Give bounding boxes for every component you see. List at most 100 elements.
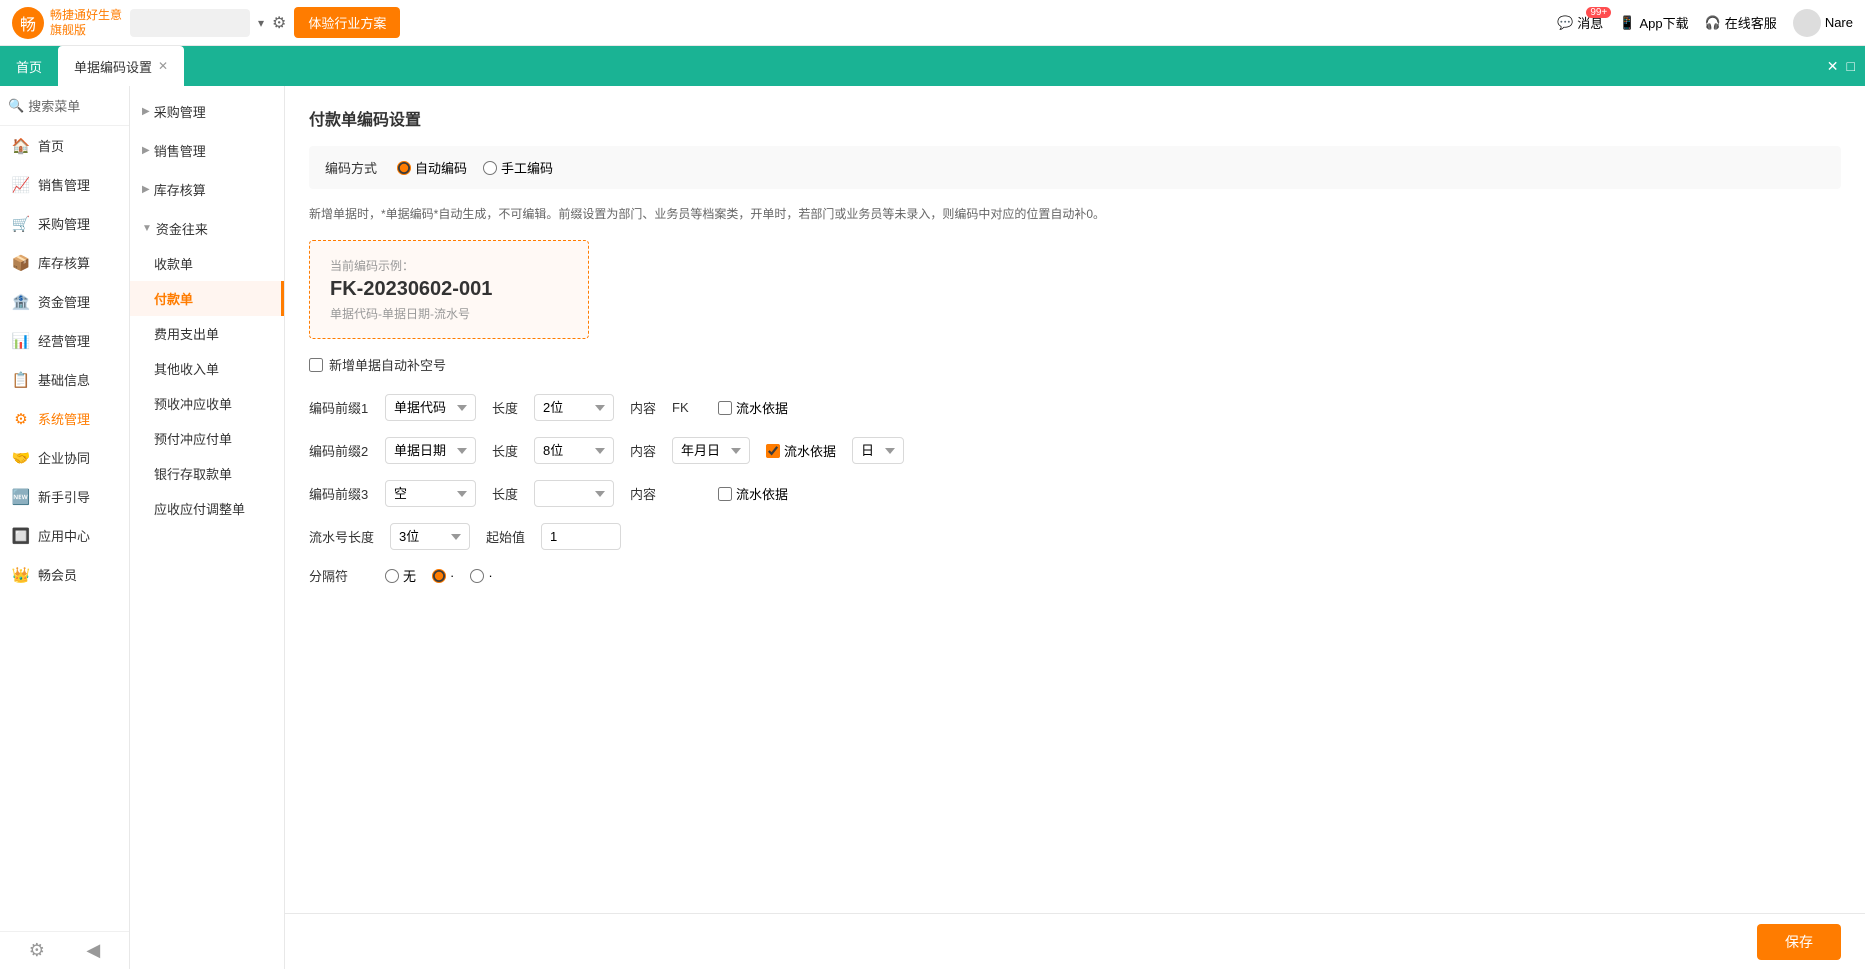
sidebar-item-basic-label: 基础信息	[38, 370, 90, 389]
manual-coding-option[interactable]: 手工编码	[483, 158, 553, 177]
sidebar-item-receipt[interactable]: 收款单	[130, 246, 284, 281]
group-capital-label: 资金往来	[156, 219, 208, 238]
prefix2-stream-checkbox[interactable]: 流水依据	[766, 441, 836, 460]
prefix3-length-select[interactable]: 1位 2位 3位	[534, 480, 614, 507]
prefix3-stream-checkbox[interactable]: 流水依据	[718, 484, 788, 503]
sidebar-item-system[interactable]: ⚙ 系统管理	[0, 399, 129, 438]
group-inventory-label: 库存核算	[154, 180, 206, 199]
group-purchase-label: 采购管理	[154, 102, 206, 121]
chevron-down-icon[interactable]: ▾	[258, 16, 264, 30]
group-capital-title[interactable]: ▼ 资金往来	[130, 211, 284, 246]
prefix2-length-select[interactable]: 8位 4位 6位	[534, 437, 614, 464]
separator-dot-label: ·	[488, 568, 492, 583]
group-inventory-title[interactable]: ▶ 库存核算	[130, 172, 284, 207]
sidebar-item-sales-label: 销售管理	[38, 175, 90, 194]
prefix2-stream-input[interactable]	[766, 444, 780, 458]
sidebar-item-adjust[interactable]: 应收应付调整单	[130, 491, 284, 526]
sidebar-item-operation[interactable]: 📊 经营管理	[0, 321, 129, 360]
sidebar-item-apps[interactable]: 🔲 应用中心	[0, 516, 129, 555]
serial-length-label: 流水号长度	[309, 527, 374, 546]
sidebar-item-purchase-label: 采购管理	[38, 214, 90, 233]
sidebar-item-basic[interactable]: 📋 基础信息	[0, 360, 129, 399]
prefix2-select[interactable]: 单据日期 单据代码 部门 业务员 空	[385, 437, 476, 464]
code-preview-box: 当前编码示例： FK-20230602-001 单据代码-单据日期-流水号	[309, 240, 589, 339]
separator-dash[interactable]: ·	[432, 568, 454, 583]
sidebar-item-member[interactable]: 👑 畅会员	[0, 555, 129, 594]
sidebar-item-sales[interactable]: 📈 销售管理	[0, 165, 129, 204]
customer-service-label: 在线客服	[1725, 13, 1777, 32]
separator-none-radio[interactable]	[385, 569, 399, 583]
bottom-bar: 保存	[285, 913, 1865, 969]
sidebar-item-guide-label: 新手引导	[38, 487, 90, 506]
page-title: 付款单编码设置	[309, 106, 1841, 130]
group-sales-title[interactable]: ▶ 销售管理	[130, 133, 284, 168]
sidebar-item-enterprise[interactable]: 🤝 企业协同	[0, 438, 129, 477]
prefix3-stream-input[interactable]	[718, 487, 732, 501]
sidebar-item-home-label: 首页	[38, 136, 64, 155]
settings-bottom-icon[interactable]: ⚙	[29, 940, 45, 961]
tab-serial-setting[interactable]: 单据编码设置 ✕	[58, 46, 184, 86]
tab-serial-setting-label: 单据编码设置	[74, 57, 152, 76]
sidebar-item-advance-receipt[interactable]: 预收冲应收单	[130, 386, 284, 421]
sidebar-item-payment[interactable]: 付款单	[130, 281, 284, 316]
user-profile[interactable]: Nare	[1793, 9, 1853, 37]
sidebar-item-home[interactable]: 🏠 首页	[0, 126, 129, 165]
group-purchase-title[interactable]: ▶ 采购管理	[130, 94, 284, 129]
manual-coding-label: 手工编码	[501, 158, 553, 177]
separator-dot[interactable]: ·	[470, 568, 492, 583]
operation-icon: 📊	[12, 332, 30, 350]
separator-dot-radio[interactable]	[470, 569, 484, 583]
sidebar-item-inventory-label: 库存核算	[38, 253, 90, 272]
separator-dash-radio[interactable]	[432, 569, 446, 583]
group-sales-arrow: ▶	[142, 145, 150, 156]
sidebar-item-inventory[interactable]: 📦 库存核算	[0, 243, 129, 282]
prefix1-content-label: 内容	[630, 398, 656, 417]
prefix1-stream-input[interactable]	[718, 401, 732, 415]
manual-coding-radio[interactable]	[483, 161, 497, 175]
finance-icon: 🏦	[12, 293, 30, 311]
collapse-sidebar-icon[interactable]: ◀	[86, 940, 100, 961]
serial-start-input[interactable]	[541, 523, 621, 550]
apps-icon: 🔲	[12, 527, 30, 545]
app-download-button[interactable]: 📱 App下载	[1619, 13, 1688, 32]
tab-home[interactable]: 首页	[0, 46, 58, 86]
sidebar-item-other-income[interactable]: 其他收入单	[130, 351, 284, 386]
sidebar-search[interactable]: 🔍 搜索菜单	[0, 86, 129, 126]
separator-none[interactable]: 无	[385, 566, 416, 585]
sidebar-item-apps-label: 应用中心	[38, 526, 90, 545]
separator-none-label: 无	[403, 566, 416, 585]
prefix1-select[interactable]: 单据代码 单据日期 部门 业务员 空	[385, 394, 476, 421]
home-icon: 🏠	[12, 137, 30, 155]
brand-logo: 畅 畅捷通好生意 旗舰版	[12, 7, 122, 39]
prefix2-day-select[interactable]: 日 月 年	[852, 437, 904, 464]
auto-fill-checkbox[interactable]	[309, 358, 323, 372]
auto-coding-radio[interactable]	[397, 161, 411, 175]
settings-icon[interactable]: ⚙	[272, 13, 286, 33]
sidebar-item-expense[interactable]: 费用支出单	[130, 316, 284, 351]
sidebar-item-guide[interactable]: 🆕 新手引导	[0, 477, 129, 516]
prefix2-content-select[interactable]: 年月日 年月 年	[672, 437, 750, 464]
sidebar-item-purchase[interactable]: 🛒 采购管理	[0, 204, 129, 243]
sidebar-item-finance[interactable]: 🏦 资金管理	[0, 282, 129, 321]
plan-button[interactable]: 体验行业方案	[294, 7, 400, 38]
minimize-icon[interactable]: ✕	[1827, 58, 1839, 75]
prefix1-stream-checkbox[interactable]: 流水依据	[718, 398, 788, 417]
tab-close-icon[interactable]: ✕	[158, 59, 168, 73]
sidebar-item-advance-payment[interactable]: 预付冲应付单	[130, 421, 284, 456]
guide-icon: 🆕	[12, 488, 30, 506]
code-preview-value: FK-20230602-001	[330, 278, 568, 301]
serial-length-select[interactable]: 3位 2位 4位 5位	[390, 523, 470, 550]
save-button[interactable]: 保存	[1757, 924, 1841, 960]
auto-coding-option[interactable]: 自动编码	[397, 158, 467, 177]
search-menu-button[interactable]: 🔍 搜索菜单	[8, 96, 121, 115]
sidebar-item-bank-deposit[interactable]: 银行存取款单	[130, 456, 284, 491]
maximize-icon[interactable]: □	[1847, 58, 1855, 74]
prefix1-length-select[interactable]: 2位 1位 3位	[534, 394, 614, 421]
serial-row: 流水号长度 3位 2位 4位 5位 起始值	[309, 523, 1841, 550]
message-button[interactable]: 💬 消息 99+	[1557, 13, 1603, 32]
prefix3-select[interactable]: 空 单据代码 单据日期 部门 业务员	[385, 480, 476, 507]
member-icon: 👑	[12, 566, 30, 584]
customer-service-button[interactable]: 🎧 在线客服	[1705, 13, 1777, 32]
auto-coding-label: 自动编码	[415, 158, 467, 177]
prefix2-length-label: 长度	[492, 441, 518, 460]
